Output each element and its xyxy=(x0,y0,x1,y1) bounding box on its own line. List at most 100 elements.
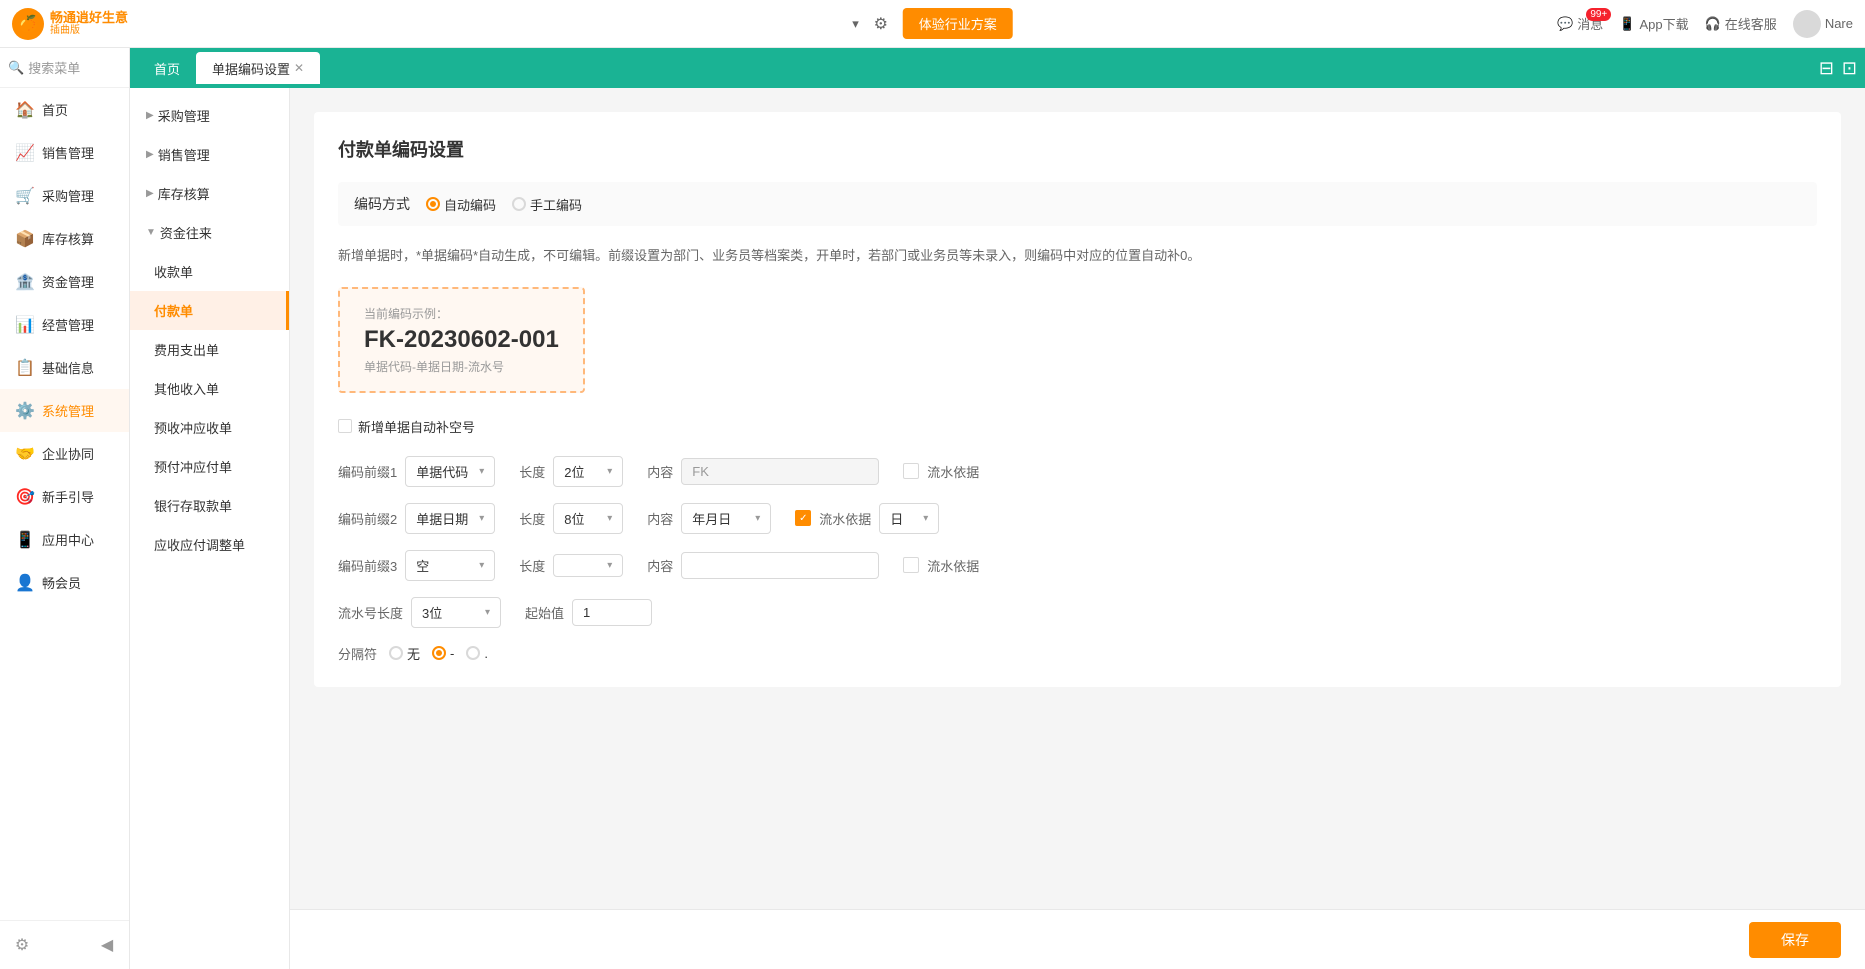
prefix3-select[interactable]: 空 ▾ xyxy=(405,550,495,581)
length2-select[interactable]: 8位 ▾ xyxy=(553,503,623,534)
sub-item-ar-ap-adjust[interactable]: 应收应付调整单 xyxy=(130,525,289,564)
sub-item-expense-label: 费用支出单 xyxy=(154,340,219,359)
content-card: 付款单编码设置 编码方式 自动编码 手 xyxy=(314,112,1841,687)
sidebar-item-operations[interactable]: 📊 经营管理 xyxy=(0,303,129,346)
sidebar-collapse-icon[interactable]: ◀ xyxy=(93,931,121,959)
tab-code-settings[interactable]: 单据编码设置 ✕ xyxy=(196,52,320,84)
service-item[interactable]: 🎧 在线客服 xyxy=(1705,14,1777,33)
user-avatar xyxy=(1793,10,1821,38)
topbar-left: 🍊 畅通逍好生意 插曲版 xyxy=(12,8,128,40)
main-content: 付款单编码设置 编码方式 自动编码 手 xyxy=(290,88,1865,909)
sidebar-label-operations: 经营管理 xyxy=(42,315,94,334)
sub-item-advance-receivable[interactable]: 预收冲应收单 xyxy=(130,408,289,447)
sub-item-receipt[interactable]: 收款单 xyxy=(130,252,289,291)
length2-arrow: ▾ xyxy=(607,513,612,524)
tab-home[interactable]: 首页 xyxy=(138,52,196,84)
separator-none[interactable]: 无 xyxy=(389,644,420,663)
stream2-period-select[interactable]: 日 ▾ xyxy=(879,503,939,534)
sub-item-advance-receivable-label: 预收冲应收单 xyxy=(154,418,232,437)
logo-area: 🍊 畅通逍好生意 插曲版 xyxy=(12,8,128,40)
stream3-checkbox[interactable] xyxy=(903,557,919,573)
sidebar-settings-icon[interactable]: ⚙ xyxy=(8,931,36,959)
topbar-dropdown[interactable]: ▾ xyxy=(852,16,859,32)
expand-icon[interactable]: ⊟ xyxy=(1819,58,1834,79)
save-button[interactable]: 保存 xyxy=(1749,922,1841,958)
start-value-input[interactable] xyxy=(572,599,652,626)
sidebar: 🔍 搜索菜单 🏠 首页 📈 销售管理 🛒 采购管理 📦 库存核算 🏦 资金管理 … xyxy=(0,48,130,969)
prefix1-select[interactable]: 单据代码 ▾ xyxy=(405,456,495,487)
separator-dot-label: . xyxy=(484,646,488,661)
sub-item-payment[interactable]: 付款单 xyxy=(130,291,289,330)
sub-group-capital[interactable]: ▼ 资金往来 xyxy=(130,213,289,252)
sidebar-item-cooperation[interactable]: 🤝 企业协同 xyxy=(0,432,129,475)
sidebar-item-app[interactable]: 📱 应用中心 xyxy=(0,518,129,561)
prefix2-value: 单据日期 xyxy=(416,509,468,528)
length3-field: 长度 ▾ xyxy=(519,554,623,577)
sidebar-item-sales[interactable]: 📈 销售管理 xyxy=(0,131,129,174)
sidebar-item-purchase[interactable]: 🛒 采购管理 xyxy=(0,174,129,217)
content3-input[interactable] xyxy=(681,552,879,579)
stream2-checkbox[interactable]: ✓ xyxy=(795,510,811,526)
sub-item-bank-deposit[interactable]: 银行存取款单 xyxy=(130,486,289,525)
separator-label: 分隔符 xyxy=(338,644,377,663)
sub-item-other-income[interactable]: 其他收入单 xyxy=(130,369,289,408)
prefix2-select[interactable]: 单据日期 ▾ xyxy=(405,503,495,534)
sidebar-label-sales: 销售管理 xyxy=(42,143,94,162)
app-download-item[interactable]: 📱 App下载 xyxy=(1619,14,1688,33)
content-area: 首页 单据编码设置 ✕ ⊟ ⊡ ▶ 采购管理 ▶ 销售管理 xyxy=(130,48,1865,969)
stream3-label: 流水依据 xyxy=(927,556,979,575)
stream2-label: 流水依据 xyxy=(819,509,871,528)
length1-value: 2位 xyxy=(564,462,584,481)
message-item[interactable]: 💬 消息 99+ xyxy=(1557,14,1603,33)
user-item[interactable]: Nare xyxy=(1793,10,1853,38)
sub-item-bank-deposit-label: 银行存取款单 xyxy=(154,496,232,515)
content2-select[interactable]: 年月日 ▾ xyxy=(681,503,771,534)
serial-length-arrow: ▾ xyxy=(485,607,490,618)
separator-none-label: 无 xyxy=(407,644,420,663)
separator-row: 分隔符 无 - . xyxy=(338,644,1817,663)
separator-dot[interactable]: . xyxy=(466,646,488,661)
sidebar-item-home[interactable]: 🏠 首页 xyxy=(0,88,129,131)
stream1-checkbox[interactable] xyxy=(903,463,919,479)
length3-arrow: ▾ xyxy=(607,560,612,571)
settings-icon[interactable]: ⚙ xyxy=(867,10,895,38)
sub-item-expense[interactable]: 费用支出单 xyxy=(130,330,289,369)
sidebar-item-inventory[interactable]: 📦 库存核算 xyxy=(0,217,129,260)
auto-fill-label: 新增单据自动补空号 xyxy=(358,417,475,436)
sub-group-sales[interactable]: ▶ 销售管理 xyxy=(130,135,289,174)
radio-auto-label: 自动编码 xyxy=(444,195,496,214)
prefix3-arrow: ▾ xyxy=(479,560,484,571)
tab-close-icon[interactable]: ✕ xyxy=(294,61,304,75)
serial-length-value: 3位 xyxy=(422,603,442,622)
sidebar-bottom: ⚙ ◀ xyxy=(0,920,129,969)
length1-select[interactable]: 2位 ▾ xyxy=(553,456,623,487)
sidebar-item-guide[interactable]: 🎯 新手引导 xyxy=(0,475,129,518)
separator-dash[interactable]: - xyxy=(432,646,454,661)
sub-item-advance-payable[interactable]: 预付冲应付单 xyxy=(130,447,289,486)
sub-group-purchase[interactable]: ▶ 采购管理 xyxy=(130,96,289,135)
prefix-row-2: 编码前缀2 单据日期 ▾ 长度 8位 ▾ xyxy=(338,503,1817,534)
sidebar-label-system: 系统管理 xyxy=(42,401,94,420)
radio-manual[interactable]: 手工编码 xyxy=(512,195,582,214)
content2-arrow: ▾ xyxy=(755,513,760,524)
length1-arrow: ▾ xyxy=(607,466,612,477)
btn-experience[interactable]: 体验行业方案 xyxy=(903,8,1013,39)
sidebar-search[interactable]: 🔍 搜索菜单 xyxy=(0,48,129,88)
content3-field: 内容 xyxy=(647,552,879,579)
serial-length-select[interactable]: 3位 ▾ xyxy=(411,597,501,628)
sidebar-item-finance[interactable]: 🏦 资金管理 xyxy=(0,260,129,303)
code-example-prefix: 当前编码示例： xyxy=(364,305,559,322)
logo-text: 畅通逍好生意 插曲版 xyxy=(50,10,128,38)
sidebar-label-app: 应用中心 xyxy=(42,530,94,549)
stream2-period: 日 xyxy=(890,509,903,528)
length3-select[interactable]: ▾ xyxy=(553,554,623,577)
fullscreen-icon[interactable]: ⊡ xyxy=(1842,58,1857,79)
auto-fill-checkbox[interactable] xyxy=(338,419,352,433)
sub-group-inventory[interactable]: ▶ 库存核算 xyxy=(130,174,289,213)
sidebar-item-basic[interactable]: 📋 基础信息 xyxy=(0,346,129,389)
page-title: 付款单编码设置 xyxy=(338,136,1817,162)
sidebar-item-member[interactable]: 👤 畅会员 xyxy=(0,561,129,604)
sub-group-capital-label: 资金往来 xyxy=(160,223,212,242)
sidebar-item-system[interactable]: ⚙️ 系统管理 xyxy=(0,389,129,432)
radio-auto[interactable]: 自动编码 xyxy=(426,195,496,214)
